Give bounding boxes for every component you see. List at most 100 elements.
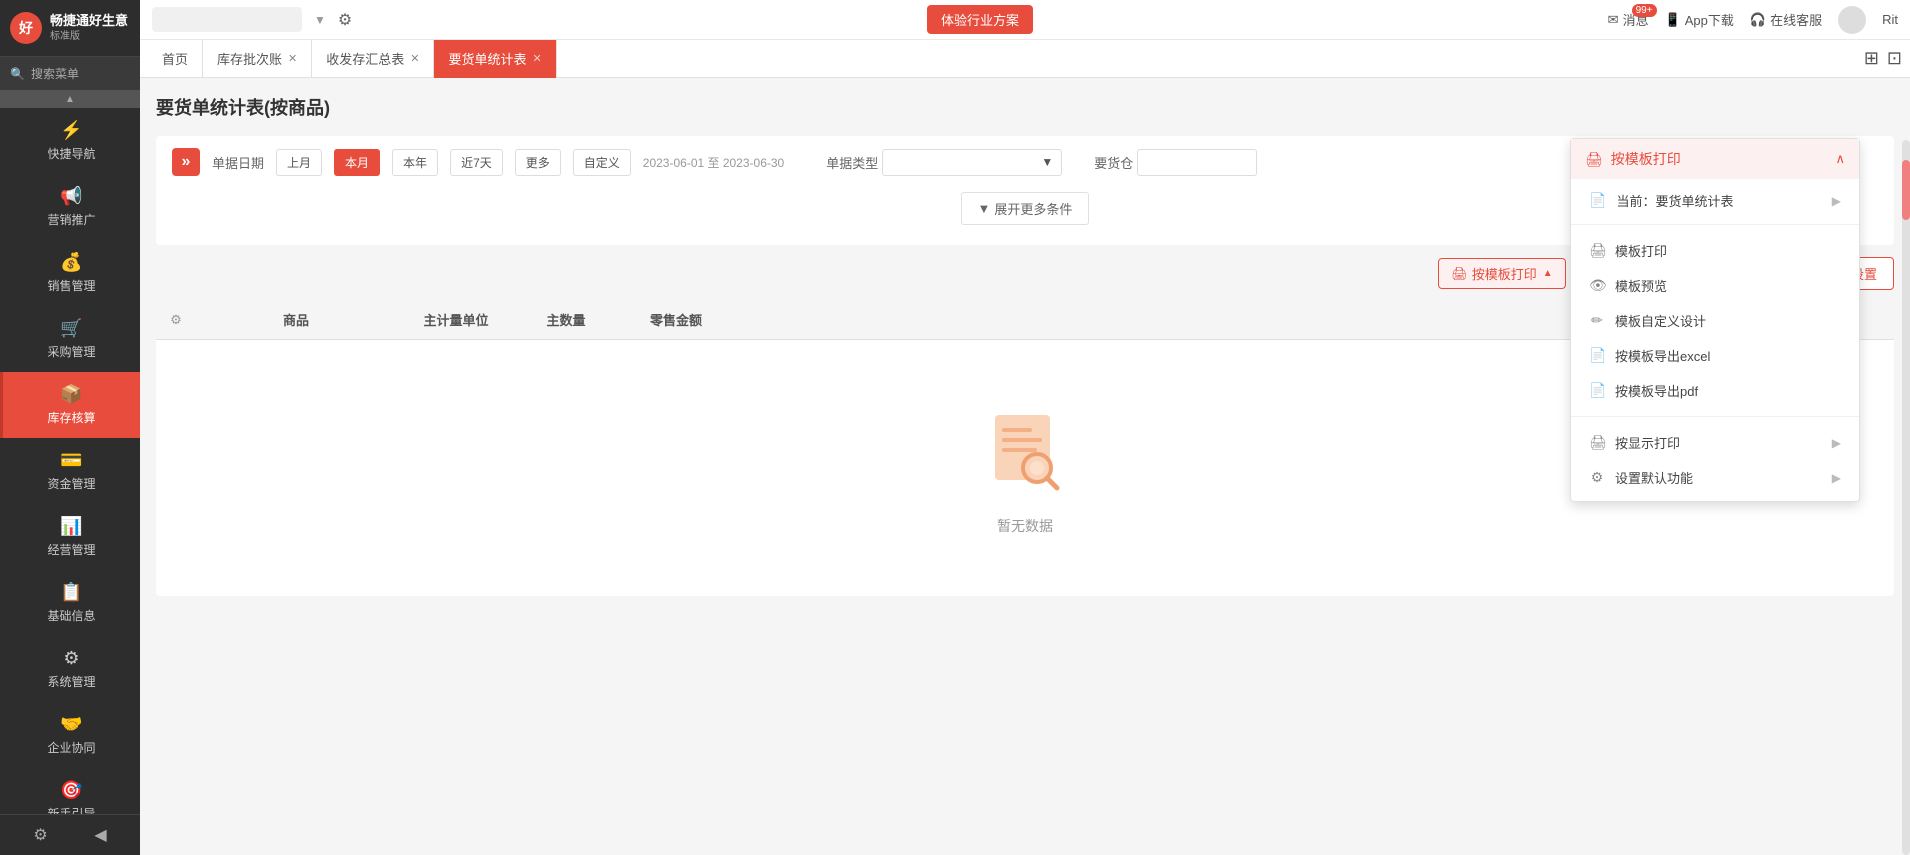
tab-order-stats-label: 要货单统计表 — [448, 49, 526, 68]
set-default-left: ⚙ 设置默认功能 — [1589, 468, 1693, 487]
app-brand: 畅捷通好生意 — [50, 13, 128, 30]
tab-receive-summary-close[interactable]: ✕ — [410, 52, 419, 65]
tab-receive-summary[interactable]: 收发存汇总表 ✕ — [312, 40, 434, 78]
settings-footer-icon[interactable]: ⚙ — [33, 825, 47, 845]
sidebar-item-inventory[interactable]: 📦 库存核算 — [0, 372, 140, 438]
template-excel-item[interactable]: 📄 按模板导出excel — [1571, 338, 1859, 373]
current-template-label: 当前：要货单统计表 — [1616, 191, 1733, 210]
sidebar-item-sales[interactable]: 💰 销售管理 — [0, 240, 140, 306]
right-scrollbar[interactable] — [1902, 140, 1910, 855]
sidebar-item-system[interactable]: ⚙ 系统管理 — [0, 636, 140, 702]
tab-order-stats-close[interactable]: ✕ — [533, 52, 542, 65]
display-print-left: 🖨 按显示打印 — [1589, 433, 1680, 452]
template-print-item[interactable]: 🖨 模板打印 — [1571, 233, 1859, 268]
date-more-btn[interactable]: 更多 — [515, 149, 561, 176]
goods-warehouse-filter: 要货仓 — [1094, 149, 1257, 176]
sidebar-item-marketing[interactable]: 📢 营销推广 — [0, 174, 140, 240]
messages-btn[interactable]: ✉ 消息 99+ — [1608, 10, 1649, 29]
sidebar-item-finance[interactable]: 💳 资金管理 — [0, 438, 140, 504]
service-label: 在线客服 — [1770, 10, 1822, 29]
table-settings-icon[interactable]: ⚙ — [156, 310, 196, 329]
sidebar-item-label: 营销推广 — [47, 211, 95, 228]
sidebar-logo: 好 畅捷通好生意 标准版 — [0, 0, 140, 57]
header-gear-icon[interactable]: ⚙ — [338, 10, 352, 30]
date-custom-btn[interactable]: 自定义 — [573, 149, 631, 176]
sidebar-item-label: 资金管理 — [47, 475, 95, 492]
inventory-icon: 📦 — [60, 384, 82, 405]
tab-inventory-batch[interactable]: 库存批次账 ✕ — [203, 40, 312, 78]
template-pdf-item[interactable]: 📄 按模板导出pdf — [1571, 373, 1859, 408]
tab-shrink-icon[interactable]: ⊡ — [1887, 48, 1902, 69]
template-preview-item[interactable]: 👁 模板预览 — [1571, 268, 1859, 303]
set-default-arrow: ▶ — [1832, 471, 1841, 485]
order-type-arrow: ▼ — [1041, 155, 1053, 169]
filter-toggle-btn[interactable]: » — [172, 148, 200, 176]
date-this-month-btn[interactable]: 本月 — [334, 149, 380, 176]
expand-conditions-label: 展开更多条件 — [994, 199, 1072, 218]
service-icon: 🎧 — [1750, 12, 1766, 28]
scrollbar-thumb[interactable] — [1902, 160, 1910, 220]
template-pdf-icon: 📄 — [1589, 382, 1605, 399]
display-print-arrow: ▶ — [1832, 436, 1841, 450]
header-search-box[interactable] — [152, 7, 302, 32]
display-print-item[interactable]: 🖨 按显示打印 ▶ — [1571, 425, 1859, 460]
fold-sidebar-icon[interactable]: ◀ — [94, 825, 106, 845]
goods-warehouse-select[interactable] — [1137, 149, 1257, 176]
sidebar-item-basic[interactable]: 📋 基础信息 — [0, 570, 140, 636]
print-btn[interactable]: 🖨 按模板打印 ▲ — [1438, 258, 1565, 289]
nav-dropdown-arrow[interactable]: ▼ — [314, 13, 326, 27]
display-print-icon: 🖨 — [1589, 434, 1605, 451]
current-template-item[interactable]: 📄 当前：要货单统计表 ▶ — [1571, 185, 1859, 216]
app-download-icon: 📱 — [1665, 12, 1681, 28]
expand-conditions-btn[interactable]: ▼ 展开更多条件 — [961, 192, 1090, 225]
app-download-btn[interactable]: 📱 App下载 — [1665, 10, 1734, 29]
sidebar-search-label: 搜索菜单 — [31, 65, 79, 82]
sidebar-item-operations[interactable]: 📊 经营管理 — [0, 504, 140, 570]
message-icon: ✉ — [1608, 12, 1619, 28]
user-avatar[interactable] — [1838, 6, 1866, 34]
tab-order-stats[interactable]: 要货单统计表 ✕ — [434, 40, 556, 78]
dropdown-close-icon[interactable]: ∧ — [1835, 151, 1845, 167]
tab-home[interactable]: 首页 — [148, 40, 203, 78]
top-header: ▼ ⚙ 体验行业方案 ✉ 消息 99+ 📱 App下载 🎧 在线客服 Rit — [140, 0, 1910, 40]
sidebar-item-guide[interactable]: 🎯 新手引导 — [0, 768, 140, 814]
tab-expand-icon[interactable]: ⊞ — [1864, 48, 1879, 69]
basic-icon: 📋 — [60, 582, 82, 603]
goods-label: 要货仓 — [1094, 153, 1133, 172]
order-type-value — [891, 154, 903, 171]
search-placeholder — [162, 13, 174, 27]
sidebar-search[interactable]: 🔍 搜索菜单 — [0, 57, 140, 90]
system-icon: ⚙ — [63, 648, 79, 669]
sidebar-item-label: 采购管理 — [47, 343, 95, 360]
set-default-label: 设置默认功能 — [1615, 468, 1693, 487]
header-right: ✉ 消息 99+ 📱 App下载 🎧 在线客服 Rit — [1608, 6, 1898, 34]
set-default-item[interactable]: ⚙ 设置默认功能 ▶ — [1571, 460, 1859, 495]
template-design-icon: ✏ — [1589, 312, 1605, 329]
col-retail: 零售金额 — [616, 310, 736, 329]
current-template-icon: 📄 — [1589, 192, 1606, 209]
sidebar-item-label: 新手引导 — [47, 805, 95, 814]
sidebar-item-label: 系统管理 — [47, 673, 95, 690]
dropdown-header[interactable]: 🖨 按模板打印 ∧ — [1571, 139, 1859, 179]
dropdown-section-sub: 🖨 按显示打印 ▶ ⚙ 设置默认功能 ▶ — [1571, 419, 1859, 501]
sidebar-item-purchase[interactable]: 🛒 采购管理 — [0, 306, 140, 372]
search-icon: 🔍 — [10, 67, 25, 81]
online-service-btn[interactable]: 🎧 在线客服 — [1750, 10, 1822, 29]
template-preview-icon: 👁 — [1589, 277, 1605, 294]
sidebar-item-quick-nav[interactable]: ⚡ 快捷导航 — [0, 108, 140, 174]
scroll-up-btn[interactable]: ▲ — [0, 90, 140, 108]
date-prev-month-btn[interactable]: 上月 — [276, 149, 322, 176]
tab-inventory-batch-close[interactable]: ✕ — [288, 52, 297, 65]
trial-btn[interactable]: 体验行业方案 — [927, 5, 1033, 34]
display-print-label: 按显示打印 — [1615, 433, 1680, 452]
sidebar-item-label: 经营管理 — [47, 541, 95, 558]
date-last7days-btn[interactable]: 近7天 — [450, 149, 503, 176]
date-this-year-btn[interactable]: 本年 — [392, 149, 438, 176]
order-type-select[interactable]: ▼ — [882, 149, 1062, 176]
app-logo-text: 畅捷通好生意 标准版 — [50, 13, 128, 43]
template-design-item[interactable]: ✏ 模板自定义设计 — [1571, 303, 1859, 338]
dropdown-printer-icon: 🖨 — [1585, 151, 1603, 168]
sidebar-item-label: 库存核算 — [47, 409, 95, 426]
operations-icon: 📊 — [60, 516, 82, 537]
sidebar-item-collab[interactable]: 🤝 企业协同 — [0, 702, 140, 768]
